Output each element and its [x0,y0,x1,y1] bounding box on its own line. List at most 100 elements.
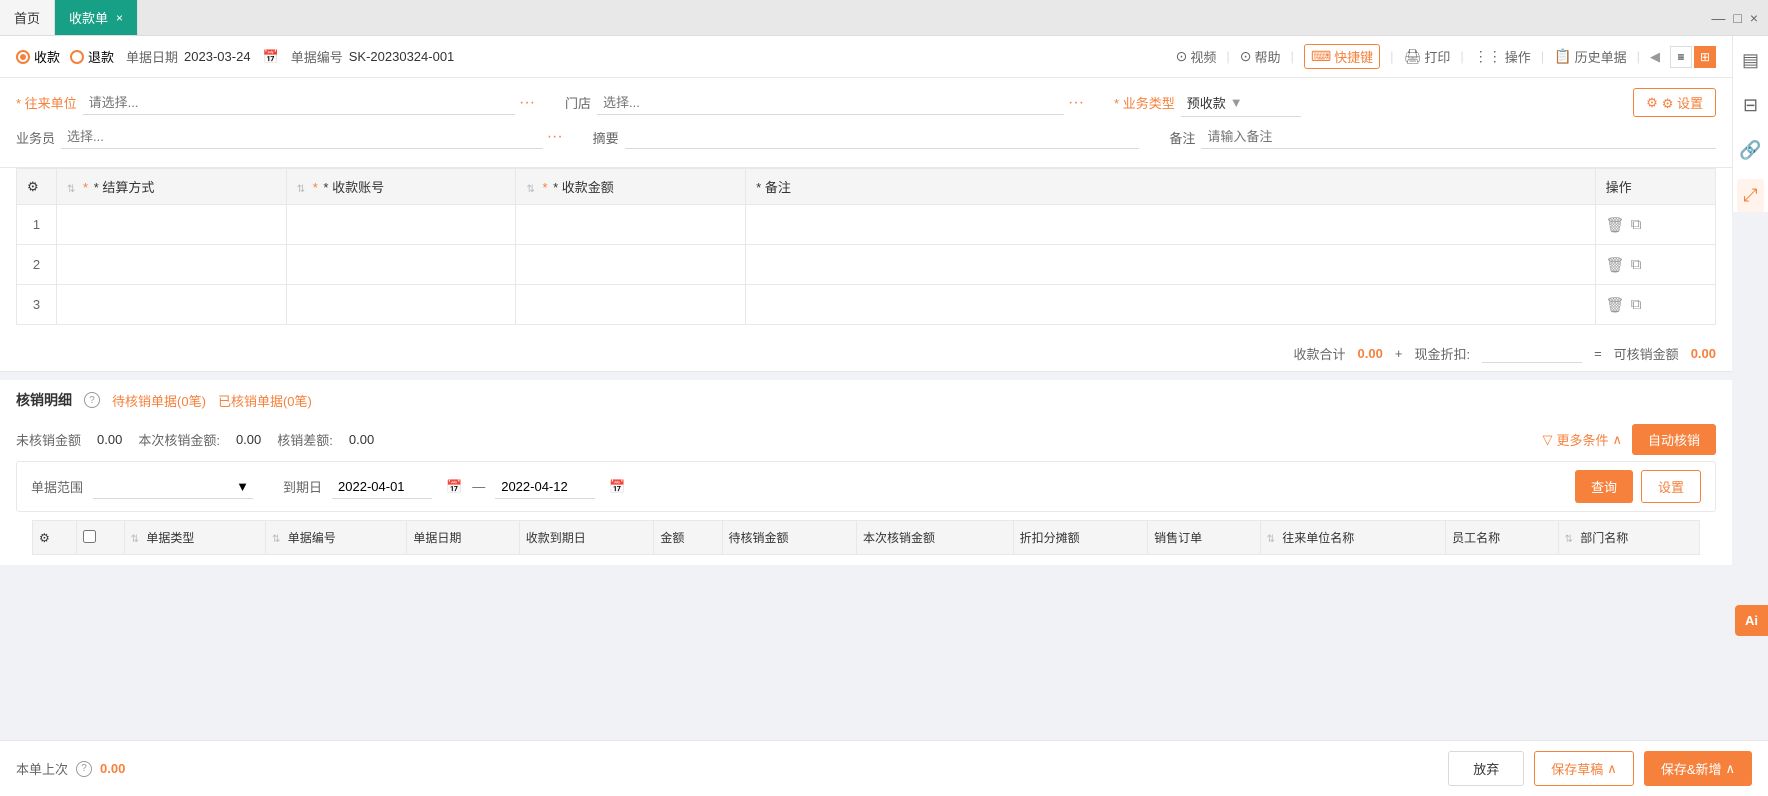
select-all-checkbox[interactable] [83,530,96,543]
auto-writeoff-button[interactable]: 自动核销 [1632,424,1716,455]
agent-input[interactable] [61,125,543,149]
store-input[interactable] [597,91,1064,115]
receipt-refund-toggle: 收款 退款 [16,47,114,66]
row-1-amount[interactable] [516,205,746,245]
col-due-date: 收款到期日 [519,521,654,555]
refund-radio[interactable]: 退款 [70,47,114,66]
right-panel-link-icon[interactable]: 🔗 [1733,134,1767,167]
row-1-num: 1 [17,205,57,245]
footer-buttons: 放弃 保存草稿 ∧ 保存&新增 ∧ [1448,751,1752,786]
row-3-settlement[interactable] [57,285,287,325]
history-button[interactable]: 📋 历史单据 [1554,47,1626,66]
agent-ellipsis[interactable]: ··· [547,128,563,146]
sort-doc-num[interactable]: ⇅ [272,534,280,545]
more-conditions-btn[interactable]: ▽ 更多条件 ∧ [1542,430,1622,449]
col-checkbox[interactable] [76,521,124,555]
save-button[interactable]: 保存&新增 ∧ [1644,751,1752,786]
due-from-input[interactable] [332,475,432,499]
store-ellipsis[interactable]: ··· [1068,94,1084,112]
tab-home[interactable]: 首页 [0,0,55,35]
due-to-calendar-icon[interactable]: 📅 [609,479,625,495]
sort-dept[interactable]: ⇅ [1565,534,1573,545]
gear-icon: ⚙ [1646,95,1658,111]
row-2-amount[interactable] [516,245,746,285]
abandon-button[interactable]: 放弃 [1448,751,1524,786]
note-input[interactable] [1201,125,1716,149]
help-button[interactable]: ⊙ 帮助 [1240,47,1281,66]
row-2-copy-icon[interactable]: ⧉ [1631,256,1642,273]
maximize-button[interactable]: □ [1733,10,1741,26]
row-1-copy-icon[interactable]: ⧉ [1631,216,1642,233]
ai-badge[interactable]: Ai [1735,605,1768,636]
save-arrow-icon[interactable]: ∧ [1725,761,1735,777]
row-1-note[interactable] [746,205,1596,245]
query-button[interactable]: 查询 [1575,470,1633,503]
video-button[interactable]: ⊙ 视频 [1176,47,1217,66]
row-3-amount[interactable] [516,285,746,325]
right-panel-table-icon[interactable]: ▤ [1736,44,1765,77]
date-calendar-icon[interactable]: 📅 [263,49,279,65]
receipt-radio[interactable]: 收款 [16,47,60,66]
layout-grid-btn[interactable]: ⊞ [1694,46,1716,68]
row-2-delete-icon[interactable]: 🗑 [1606,256,1625,274]
col-note: * 备注 [746,169,1596,205]
diff-val: 0.00 [349,432,374,447]
party-ellipsis[interactable]: ··· [519,94,535,112]
row-2-account[interactable] [286,245,516,285]
tab-receipt-close[interactable]: × [116,11,123,25]
row-3-account[interactable] [286,285,516,325]
close-button[interactable]: × [1750,10,1758,26]
col-settings-bottom[interactable]: ⚙ [33,521,77,555]
table-row: 3 🗑 ⧉ [17,285,1716,325]
print-button[interactable]: 🖨 打印 [1404,47,1451,66]
row-2-settlement[interactable] [57,245,287,285]
due-from-calendar-icon[interactable]: 📅 [446,479,462,495]
nav-prev[interactable]: ◀ [1650,49,1660,65]
pending-tab[interactable]: 待核销单据(0笔) [112,391,206,410]
draft-arrow-icon[interactable]: ∧ [1607,761,1617,777]
col-pending-amount: 待核销金额 [722,521,857,555]
discount-input[interactable] [1482,343,1582,363]
row-2-ops: 🗑 ⧉ [1595,245,1715,285]
shortcuts-button[interactable]: ⌨ 快捷键 [1304,44,1380,69]
draft-button[interactable]: 保存草稿 ∧ [1534,751,1634,786]
writeoff-info-icon[interactable]: ? [84,392,100,408]
sort-doc-type[interactable]: ⇅ [131,534,139,545]
party-label: * 往来单位 [16,93,77,112]
done-tab[interactable]: 已核销单据(0笔) [218,391,312,410]
print-label: 打印 [1424,47,1450,66]
row-2-note[interactable] [746,245,1596,285]
prev-val: 0.00 [100,761,125,776]
sort-party-name[interactable]: ⇅ [1267,534,1275,545]
row-1-settlement[interactable] [57,205,287,245]
sort-amount[interactable]: ⇅ [526,184,534,195]
right-panel-expand-icon[interactable]: ⤢ [1737,179,1763,212]
right-panel-list-icon[interactable]: ⊟ [1737,89,1764,122]
row-1-ops: 🗑 ⧉ [1595,205,1715,245]
sort-settlement[interactable]: ⇅ [67,184,75,195]
row-3-note[interactable] [746,285,1596,325]
table-row: 1 🗑 ⧉ [17,205,1716,245]
info-icon-footer[interactable]: ? [76,761,92,777]
operations-button[interactable]: ⋮⋮ 操作 [1474,47,1531,66]
row-1-delete-icon[interactable]: 🗑 [1606,216,1625,234]
row-1-account[interactable] [286,205,516,245]
col-doc-type: ⇅ 单据类型 [124,521,265,555]
party-input[interactable] [83,91,515,115]
summary-field: 摘要 [593,125,1140,149]
summary-input[interactable] [625,125,1140,149]
table-settings-header[interactable]: ⚙ [17,169,57,205]
filter-settings-button[interactable]: 设置 [1641,470,1701,503]
biz-type-select[interactable]: 预收款 ▼ [1181,89,1301,117]
range-select[interactable]: ▼ [93,475,253,499]
minimize-button[interactable]: — [1711,10,1725,26]
sort-account[interactable]: ⇅ [297,184,305,195]
unwriteoff-label: 未核销金额 [16,430,81,449]
row-3-delete-icon[interactable]: 🗑 [1606,296,1625,314]
row-3-copy-icon[interactable]: ⧉ [1631,296,1642,313]
tab-receipt[interactable]: 收款单 × [55,0,138,35]
layout-list-btn[interactable]: ≡ [1670,46,1692,68]
settings-button[interactable]: ⚙ ⚙ 设置 [1633,88,1716,117]
due-to-input[interactable] [495,475,595,499]
col-amount: ⇅ * * 收款金额 [516,169,746,205]
